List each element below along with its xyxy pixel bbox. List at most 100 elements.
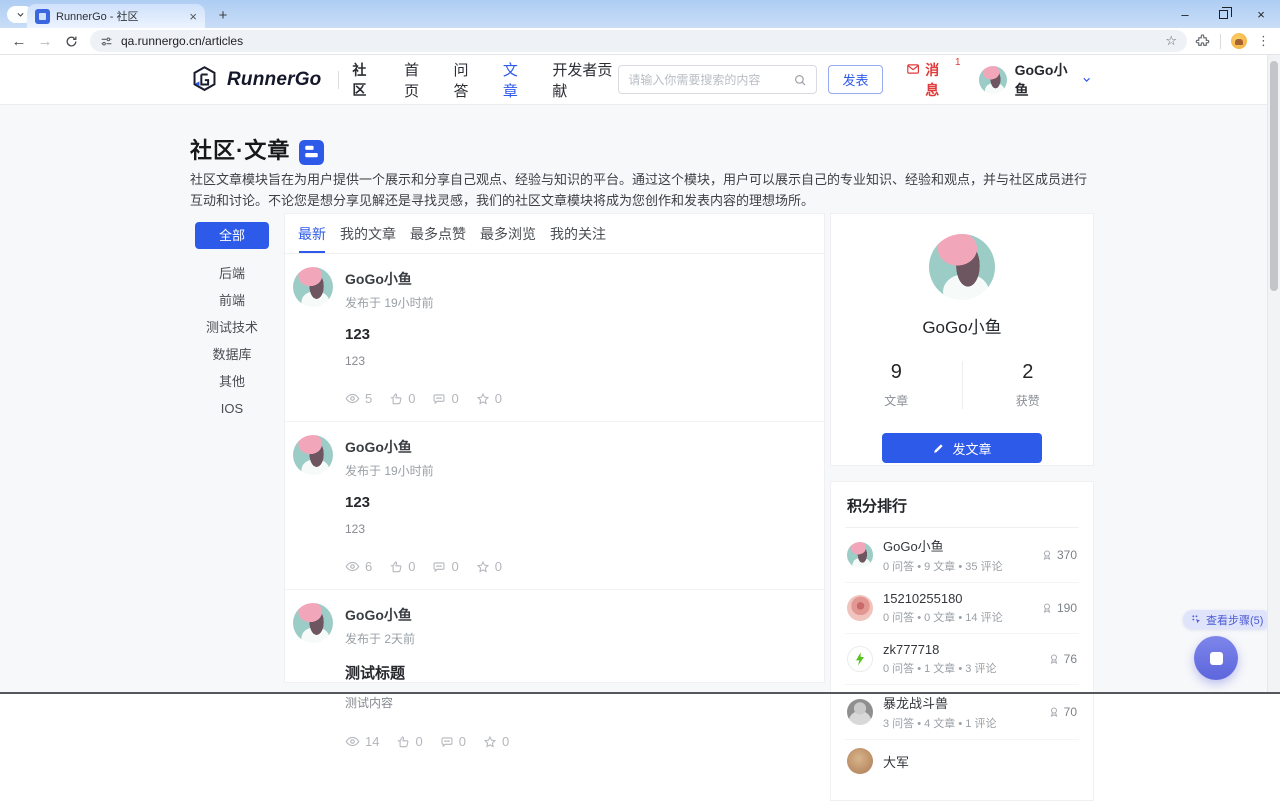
omnibox[interactable]: qa.runnergo.cn/articles ☆	[90, 30, 1187, 52]
user-menu[interactable]: GoGo小鱼	[979, 60, 1092, 100]
reload-icon	[65, 35, 78, 48]
category-item-backend[interactable]: 后端	[195, 260, 269, 287]
views-count: 6	[365, 559, 372, 574]
scrollbar-thumb[interactable]	[1270, 61, 1278, 291]
nav-item-home[interactable]: 首页	[404, 59, 430, 101]
profile-card: GoGo小鱼 9 文章 2 获赞 发文章	[830, 213, 1094, 466]
profile-likes-cell: 2 获赞	[963, 361, 1094, 409]
author-name[interactable]: GoGo小鱼	[345, 269, 434, 289]
chevron-down-icon[interactable]	[1081, 73, 1092, 86]
articles-label: 文章	[831, 392, 962, 409]
tab-most-liked[interactable]: 最多点赞	[410, 214, 466, 253]
close-button[interactable]: ×	[1242, 0, 1280, 28]
author-avatar[interactable]	[293, 435, 333, 475]
reload-button[interactable]	[58, 35, 84, 48]
comments-stat[interactable]: 0	[440, 734, 466, 749]
author-avatar[interactable]	[293, 603, 333, 643]
views-stat: 14	[345, 734, 379, 749]
rank-name[interactable]: zk777718	[883, 642, 1048, 657]
tab-my-articles[interactable]: 我的文章	[340, 214, 396, 253]
category-item-database[interactable]: 数据库	[195, 341, 269, 368]
tab-most-viewed[interactable]: 最多浏览	[480, 214, 536, 253]
leaderboard-row[interactable]: zk777718 0 问答 • 1 文章 • 3 评论 76	[845, 634, 1079, 685]
tab-latest[interactable]: 最新	[298, 214, 326, 253]
stars-stat[interactable]: 0	[476, 559, 502, 574]
stars-stat[interactable]: 0	[483, 734, 509, 749]
brand[interactable]: RunnerGo	[190, 65, 322, 94]
stop-recording-button[interactable]	[1194, 636, 1238, 680]
thumbs-up-icon	[389, 560, 403, 574]
leaderboard-row[interactable]: 大军	[845, 740, 1079, 782]
browser-menu-icon[interactable]: ⋮	[1257, 33, 1270, 49]
forward-button[interactable]: →	[32, 33, 58, 50]
nav-item-contributors[interactable]: 开发者贡献	[552, 59, 618, 101]
publish-time: 发布于 19小时前	[345, 462, 434, 479]
stars-stat[interactable]: 0	[476, 391, 502, 406]
article-title[interactable]: 测试标题	[345, 662, 804, 683]
site-header: RunnerGo 社区 首页 问答 文章 开发者贡献 发表 消息 1 GoGo小…	[0, 55, 1280, 105]
user-avatar[interactable]	[979, 66, 1007, 94]
view-steps-button[interactable]: 查看步骤(5)	[1183, 610, 1271, 629]
rank-name[interactable]: 15210255180	[883, 591, 1041, 606]
category-item-all[interactable]: 全部	[195, 222, 269, 249]
article-list-card: 最新 我的文章 最多点赞 最多浏览 我的关注 GoGo小鱼 发布于 19小时前 …	[284, 213, 825, 683]
bookmark-star-icon[interactable]: ☆	[1165, 33, 1177, 49]
category-item-frontend[interactable]: 前端	[195, 287, 269, 314]
browser-tab[interactable]: RunnerGo - 社区 ×	[27, 4, 205, 28]
article-row[interactable]: GoGo小鱼 发布于 2天前 测试标题 测试内容 14 0 0	[285, 590, 824, 764]
likes-count: 0	[408, 559, 415, 574]
category-item-ios[interactable]: IOS	[195, 395, 269, 422]
post-article-label: 发文章	[952, 439, 991, 458]
likes-stat[interactable]: 0	[389, 391, 415, 406]
article-title[interactable]: 123	[345, 326, 804, 343]
nav-item-qa[interactable]: 问答	[453, 59, 479, 101]
profile-avatar[interactable]	[929, 234, 995, 300]
views-count: 14	[365, 734, 379, 749]
new-tab-button[interactable]: +	[212, 5, 234, 27]
category-item-other[interactable]: 其他	[195, 368, 269, 395]
messages-button[interactable]: 消息 1	[906, 60, 961, 100]
page-scrollbar[interactable]	[1267, 55, 1280, 694]
mail-icon	[906, 61, 920, 77]
extensions-icon[interactable]	[1195, 34, 1210, 49]
minimize-button[interactable]: –	[1166, 0, 1204, 28]
rank-name[interactable]: 暴龙战斗兽	[883, 693, 1048, 712]
comment-icon	[432, 392, 446, 406]
medal-icon	[1041, 549, 1053, 561]
rank-points-value: 190	[1057, 601, 1077, 615]
likes-stat[interactable]: 0	[389, 559, 415, 574]
restore-button[interactable]	[1204, 0, 1242, 28]
extension-badge-icon[interactable]	[1231, 33, 1247, 49]
author-name[interactable]: GoGo小鱼	[345, 605, 415, 625]
back-button[interactable]: ←	[6, 33, 32, 50]
comments-stat[interactable]: 0	[432, 391, 458, 406]
tab-favicon-icon	[35, 9, 50, 24]
profile-articles-cell: 9 文章	[831, 361, 963, 409]
comments-stat[interactable]: 0	[432, 559, 458, 574]
nav-item-articles[interactable]: 文章	[503, 59, 529, 101]
article-row[interactable]: GoGo小鱼 发布于 19小时前 123 123 6 0 0	[285, 422, 824, 590]
page-title: 社区·文章	[190, 133, 290, 165]
tab-close-icon[interactable]: ×	[189, 10, 197, 23]
leaderboard-row[interactable]: GoGo小鱼 0 问答 • 9 文章 • 35 评论 370	[845, 528, 1079, 583]
url-text[interactable]: qa.runnergo.cn/articles	[121, 34, 1157, 48]
article-title[interactable]: 123	[345, 494, 804, 511]
search-icon[interactable]	[793, 73, 807, 87]
view-steps-label: 查看步骤(5)	[1206, 612, 1263, 628]
author-name[interactable]: GoGo小鱼	[345, 437, 434, 457]
leaderboard-row[interactable]: 15210255180 0 问答 • 0 文章 • 14 评论 190	[845, 583, 1079, 634]
site-settings-icon[interactable]	[100, 35, 113, 48]
rank-stats: 0 问答 • 9 文章 • 35 评论	[883, 558, 1041, 574]
post-article-button[interactable]: 发文章	[882, 433, 1042, 463]
article-row[interactable]: GoGo小鱼 发布于 19小时前 123 123 5 0 0	[285, 254, 824, 422]
publish-button[interactable]: 发表	[828, 65, 883, 94]
author-avatar[interactable]	[293, 267, 333, 307]
steps-icon	[1191, 614, 1202, 625]
rank-name[interactable]: GoGo小鱼	[883, 536, 1041, 555]
rank-name[interactable]: 大军	[883, 752, 1077, 771]
search-input[interactable]	[628, 73, 787, 87]
likes-stat[interactable]: 0	[396, 734, 422, 749]
tab-my-follows[interactable]: 我的关注	[550, 214, 606, 253]
rank-stats: 3 问答 • 4 文章 • 1 评论	[883, 715, 1048, 731]
category-item-testing[interactable]: 测试技术	[195, 314, 269, 341]
